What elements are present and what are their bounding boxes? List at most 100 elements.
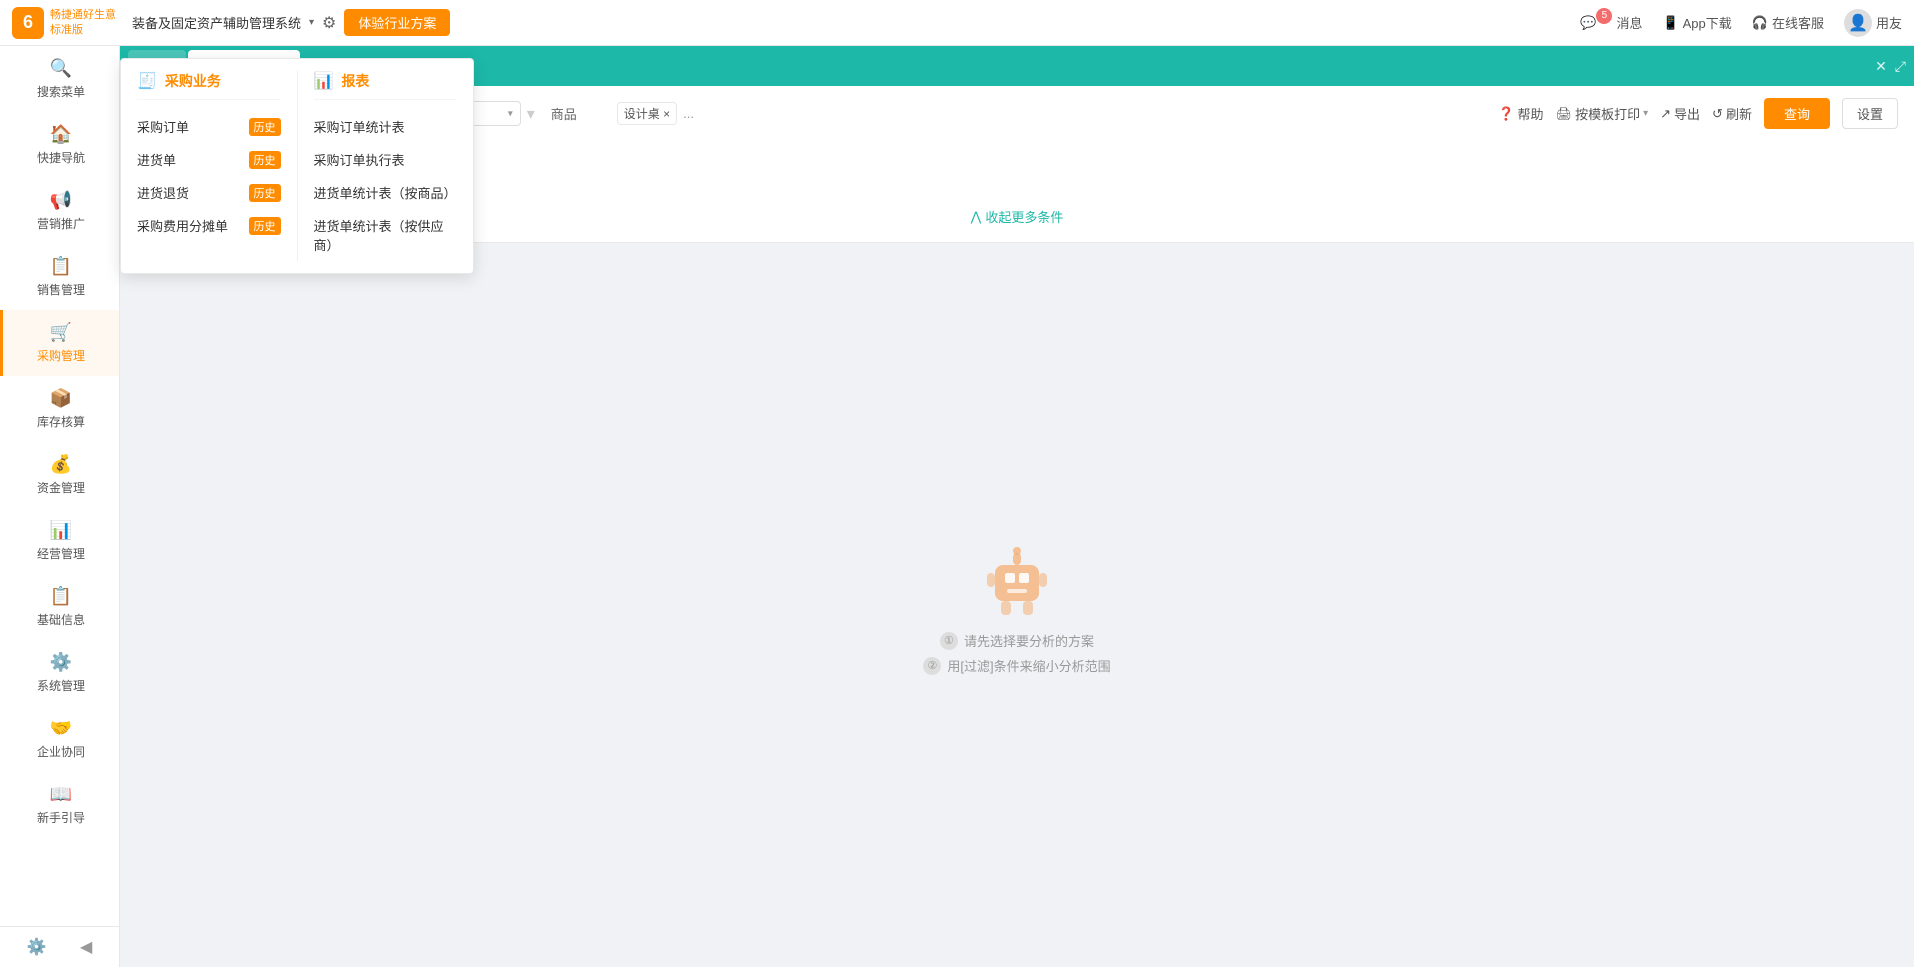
sidebar-item-system[interactable]: ⚙️ 系统管理 [0, 640, 119, 706]
sidebar-settings-icon[interactable]: ⚙️ [27, 937, 47, 957]
menu-item-purchase-expense[interactable]: 采购费用分摊单 历史 [137, 209, 281, 242]
avatar: 👤 [1844, 9, 1872, 37]
empty-illustration [967, 535, 1067, 625]
print-btn[interactable]: 🖨 按模板打印 ▾ [1556, 104, 1649, 123]
sidebar-item-basic[interactable]: 📋 基础信息 [0, 574, 119, 640]
sidebar-label-finance: 资金管理 [37, 479, 85, 496]
search-icon: 🔍 [50, 58, 72, 79]
purchase-icon: 🛒 [50, 322, 72, 343]
query-btn[interactable]: 查询 [1764, 98, 1830, 129]
basic-icon: 📋 [50, 586, 72, 607]
sidebar-item-guide[interactable]: 📖 新手引导 [0, 772, 119, 838]
content-area: ① 请先选择要分析的方案 ② 用[过滤]条件来缩小分析范围 [120, 243, 1914, 967]
menu-item-report-2[interactable]: 采购订单执行表 [314, 143, 458, 176]
logo-icon: 6 [12, 7, 44, 39]
refresh-icon: ↺ [1712, 106, 1723, 122]
sidebar-item-purchase[interactable]: 🛒 采购管理 [0, 310, 119, 376]
sidebar-label-basic: 基础信息 [37, 611, 85, 628]
sidebar-label-enterprise: 企业协同 [37, 743, 85, 760]
empty-hint-1: ① 请先选择要分析的方案 [940, 631, 1094, 650]
goods-filter: 商品 设计桌 × ... [551, 102, 694, 125]
menu-item-report-3[interactable]: 进货单统计表（按商品） [314, 176, 458, 209]
sidebar-label-guide: 新手引导 [37, 809, 85, 826]
report-col-icon: 📊 [314, 71, 334, 91]
menu-item-purchase-return[interactable]: 进货退货 历史 [137, 176, 281, 209]
report-col-title: 📊 报表 [314, 71, 458, 100]
doc-status-expand-icon: ▾ [527, 104, 535, 124]
sidebar-item-marketing[interactable]: 📢 营销推广 [0, 178, 119, 244]
message-icon: 💬 [1580, 15, 1596, 31]
home-icon: 🏠 [50, 124, 72, 145]
logo-text: 畅捷通好生意 标准版 [50, 8, 116, 37]
tab-maximize-icon[interactable]: ⤢ [1895, 58, 1906, 75]
hist-badge-1: 历史 [249, 151, 281, 169]
refresh-btn[interactable]: ↺ 刷新 [1712, 104, 1752, 123]
operation-icon: 📊 [50, 520, 72, 541]
empty-state: ① 请先选择要分析的方案 ② 用[过滤]条件来缩小分析范围 [923, 535, 1110, 675]
topbar-right: 💬 5 消息 📱 App下载 🎧 在线客服 👤 用友 [1580, 9, 1902, 37]
tab-close-all-icon[interactable]: ✕ [1875, 58, 1887, 75]
purchase-col-title: 🧾 采购业务 [137, 71, 281, 100]
system-icon: ⚙️ [50, 652, 72, 673]
inventory-icon: 📦 [50, 388, 72, 409]
hist-badge-0: 历史 [249, 118, 281, 136]
industry-btn[interactable]: 体验行业方案 [344, 9, 450, 36]
help-icon: ❓ [1498, 106, 1514, 122]
hist-badge-2: 历史 [249, 184, 281, 202]
phone-icon: 📱 [1662, 15, 1678, 31]
sidebar-collapse-icon[interactable]: ◀ [80, 937, 92, 957]
logo-area: 6 畅捷通好生意 标准版 [12, 7, 132, 39]
menu-item-purchase-order[interactable]: 采购订单 历史 [137, 110, 281, 143]
sidebar-label-search: 搜索菜单 [37, 83, 85, 100]
sidebar-label-marketing: 营销推广 [37, 215, 85, 232]
online-service-action[interactable]: 🎧 在线客服 [1752, 13, 1824, 32]
purchase-col-icon: 🧾 [137, 71, 157, 91]
user-action[interactable]: 👤 用友 [1844, 9, 1902, 37]
app-download-action[interactable]: 📱 App下载 [1662, 13, 1731, 32]
sidebar-item-sales[interactable]: 📋 销售管理 [0, 244, 119, 310]
collapse-up-icon: ⋀ [971, 209, 982, 225]
menu-item-purchase-inbound[interactable]: 进货单 历史 [137, 143, 281, 176]
print-icon: 🖨 [1556, 106, 1573, 122]
headset-icon: 🎧 [1752, 15, 1768, 31]
export-btn[interactable]: ↗ 导出 [1660, 104, 1700, 123]
toolbar-right: ❓ 帮助 🖨 按模板打印 ▾ ↗ 导出 ↺ 刷新 查询 设置 [1498, 98, 1898, 129]
megaphone-icon: 📢 [50, 190, 72, 211]
sidebar-label-operation: 经营管理 [37, 545, 85, 562]
sidebar-item-operation[interactable]: 📊 经营管理 [0, 508, 119, 574]
sidebar-item-quick-nav[interactable]: 🏠 快捷导航 [0, 112, 119, 178]
purchase-dropdown-menu: 🧾 采购业务 采购订单 历史 进货单 历史 进货退货 历史 采购费用分摊单 历史… [120, 58, 474, 274]
help-btn[interactable]: ❓ 帮助 [1498, 104, 1543, 123]
sidebar-item-enterprise[interactable]: 🤝 企业协同 [0, 706, 119, 772]
sidebar-label-system: 系统管理 [37, 677, 85, 694]
goods-more-btn[interactable]: ... [683, 106, 694, 121]
message-action[interactable]: 💬 5 消息 [1580, 13, 1642, 32]
system-title[interactable]: 装备及固定资产辅助管理系统 [132, 13, 301, 32]
settings-btn[interactable]: 设置 [1842, 98, 1898, 129]
goods-label: 商品 [551, 104, 611, 123]
enterprise-icon: 🤝 [50, 718, 72, 739]
settings-icon[interactable]: ⚙ [322, 13, 336, 33]
guide-icon: 📖 [50, 784, 72, 805]
sidebar: 🔍 搜索菜单 🏠 快捷导航 📢 营销推广 📋 销售管理 🛒 采购管理 📦 库存核… [0, 46, 120, 967]
tabbar-right: ✕ ⤢ [1875, 58, 1906, 75]
menu-item-report-4[interactable]: 进货单统计表（按供应商） [314, 209, 458, 261]
menu-item-report-1[interactable]: 采购订单统计表 [314, 110, 458, 143]
goods-tag[interactable]: 设计桌 × [617, 102, 677, 125]
sidebar-bottom: ⚙️ ◀ [0, 926, 119, 967]
purchase-col: 🧾 采购业务 采购订单 历史 进货单 历史 进货退货 历史 采购费用分摊单 历史 [121, 71, 297, 261]
system-dropdown-icon[interactable]: ▾ [309, 17, 314, 28]
finance-icon: 💰 [50, 454, 72, 475]
sidebar-label-inventory: 库存核算 [37, 413, 85, 430]
topbar-center: 装备及固定资产辅助管理系统 ▾ ⚙ 体验行业方案 [132, 9, 1580, 36]
sidebar-item-finance[interactable]: 💰 资金管理 [0, 442, 119, 508]
print-dropdown-icon[interactable]: ▾ [1643, 108, 1648, 119]
empty-hint-2: ② 用[过滤]条件来缩小分析范围 [923, 656, 1110, 675]
sidebar-label-quick-nav: 快捷导航 [37, 149, 85, 166]
report-col: 📊 报表 采购订单统计表 采购订单执行表 进货单统计表（按商品） 进货单统计表（… [297, 71, 474, 261]
sidebar-label-sales: 销售管理 [37, 281, 85, 298]
message-badge: 5 [1596, 8, 1612, 24]
topbar: 6 畅捷通好生意 标准版 装备及固定资产辅助管理系统 ▾ ⚙ 体验行业方案 💬 … [0, 0, 1914, 46]
sidebar-item-search[interactable]: 🔍 搜索菜单 [0, 46, 119, 112]
sidebar-item-inventory[interactable]: 📦 库存核算 [0, 376, 119, 442]
